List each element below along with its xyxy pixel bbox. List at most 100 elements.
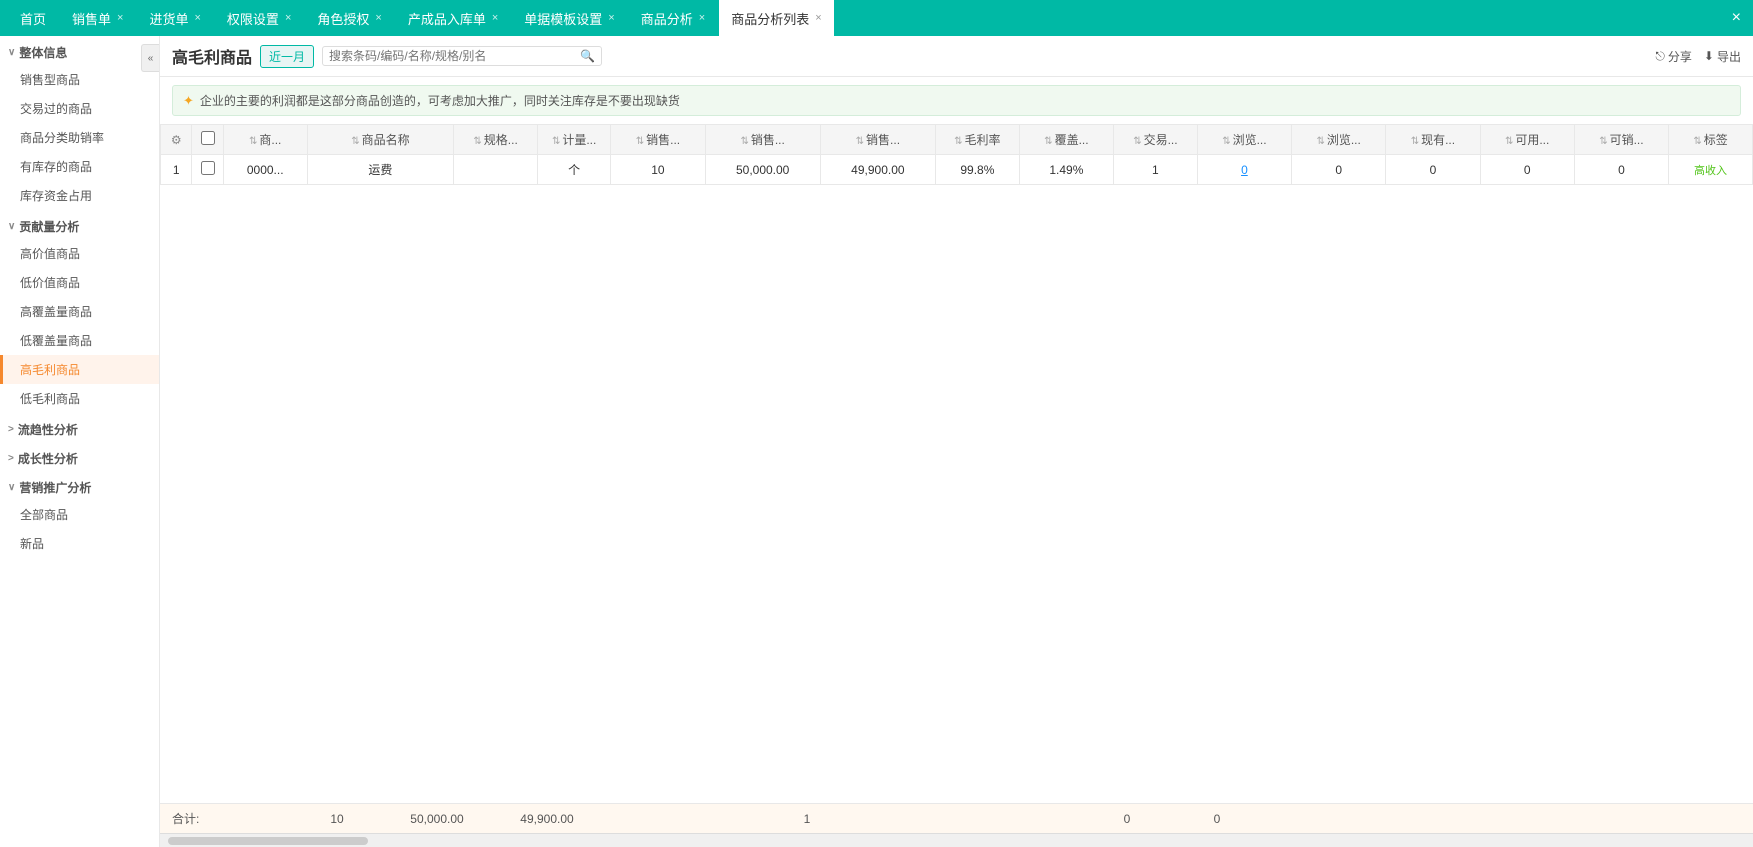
sidebar-item-全部商品[interactable]: 全部商品 <box>0 500 159 529</box>
share-button[interactable]: ⎋ 分享 <box>1655 48 1692 65</box>
col-header-7[interactable]: 销售... <box>705 125 820 155</box>
info-icon: ✦ <box>183 93 194 109</box>
totals-bar: 合计: 10 50,000.00 49,900.00 1 0 0 <box>160 803 1753 833</box>
col-header-9[interactable]: 毛利率 <box>935 125 1019 155</box>
chevron-icon: > <box>8 424 14 435</box>
stock-current: 0 <box>1386 155 1480 185</box>
col-header-2[interactable]: 商... <box>223 125 307 155</box>
col-header-8[interactable]: 销售... <box>820 125 935 155</box>
top-navigation: 首页销售单×进货单×权限设置×角色授权×产成品入库单×单据模板设置×商品分析×商… <box>0 0 1753 36</box>
sidebar-item-高覆盖量商品[interactable]: 高覆盖量商品 <box>0 297 159 326</box>
select-all-checkbox[interactable] <box>201 131 215 145</box>
filter-month-button[interactable]: 近一月 <box>260 45 314 68</box>
sidebar-item-交易过的商品[interactable]: 交易过的商品 <box>0 94 159 123</box>
totals-sales-qty: 10 <box>292 812 382 826</box>
totals-transactions: 1 <box>762 812 852 826</box>
tab-close-icon[interactable]: × <box>285 12 291 24</box>
window-close-button[interactable]: × <box>1732 9 1741 27</box>
sidebar-group-贡献量分析: ∨贡献量分析高价值商品低价值商品高覆盖量商品低覆盖量商品高毛利商品低毛利商品 <box>0 210 159 413</box>
share-icon: ⎋ <box>1655 49 1665 64</box>
tab-close-icon[interactable]: × <box>492 12 498 24</box>
scroll-thumb[interactable] <box>168 837 368 845</box>
sidebar-group-title-整体信息[interactable]: ∨整体信息 <box>0 36 159 65</box>
sales-profit: 49,900.00 <box>820 155 935 185</box>
sales-amount: 50,000.00 <box>705 155 820 185</box>
sidebar-group-营销推广分析: ∨营销推广分析全部商品新品 <box>0 471 159 558</box>
nav-tab-单据模板设置[interactable]: 单据模板设置× <box>512 0 626 36</box>
sidebar-item-高毛利商品[interactable]: 高毛利商品 <box>0 355 159 384</box>
sidebar-group-成长性分析: >成长性分析 <box>0 442 159 471</box>
nav-tab-首页[interactable]: 首页 <box>8 0 58 36</box>
sidebar-item-低覆盖量商品[interactable]: 低覆盖量商品 <box>0 326 159 355</box>
tag-cell: 高收入 <box>1669 155 1753 185</box>
tab-close-icon[interactable]: × <box>194 12 200 24</box>
content-area: 高毛利商品 近一月 🔍 ⎋ 分享 ⬇ 导出 ✦ 企业的主要的利润都是这部分商品创… <box>160 36 1753 847</box>
tab-close-icon[interactable]: × <box>117 12 123 24</box>
coverage: 1.49% <box>1019 155 1113 185</box>
col-header-16[interactable]: 可销... <box>1574 125 1668 155</box>
header-actions: ⎋ 分享 ⬇ 导出 <box>1655 48 1741 65</box>
nav-tab-商品分析[interactable]: 商品分析× <box>629 0 717 36</box>
col-header-3[interactable]: 商品名称 <box>307 125 454 155</box>
product-spec <box>454 155 538 185</box>
sidebar-item-销售型商品[interactable]: 销售型商品 <box>0 65 159 94</box>
views1: 0 <box>1197 155 1291 185</box>
search-input[interactable] <box>329 49 576 63</box>
product-code: 0000... <box>223 155 307 185</box>
col-header-17[interactable]: 标签 <box>1669 125 1753 155</box>
sidebar-group-title-贡献量分析[interactable]: ∨贡献量分析 <box>0 210 159 239</box>
nav-tab-角色授权[interactable]: 角色授权× <box>305 0 393 36</box>
nav-tab-进货单[interactable]: 进货单× <box>137 0 212 36</box>
horizontal-scrollbar[interactable] <box>160 833 1753 847</box>
totals-label: 合计: <box>172 810 292 827</box>
sidebar-item-库存资金占用[interactable]: 库存资金占用 <box>0 181 159 210</box>
gross-rate: 99.8% <box>935 155 1019 185</box>
col-header-11[interactable]: 交易... <box>1114 125 1198 155</box>
tab-close-icon[interactable]: × <box>608 12 614 24</box>
content-header: 高毛利商品 近一月 🔍 ⎋ 分享 ⬇ 导出 <box>160 36 1753 77</box>
sidebar-item-低毛利商品[interactable]: 低毛利商品 <box>0 384 159 413</box>
nav-tab-销售单[interactable]: 销售单× <box>60 0 135 36</box>
product-name: 运费 <box>307 155 454 185</box>
col-header-5[interactable]: 计量... <box>538 125 611 155</box>
tab-close-icon[interactable]: × <box>699 12 705 24</box>
nav-tab-商品分析列表[interactable]: 商品分析列表× <box>719 0 833 36</box>
tab-close-icon[interactable]: × <box>375 12 381 24</box>
totals-sales-profit: 49,900.00 <box>492 812 602 826</box>
sidebar-group-title-营销推广分析[interactable]: ∨营销推广分析 <box>0 471 159 500</box>
search-icon[interactable]: 🔍 <box>580 49 595 63</box>
sidebar: « ∨整体信息销售型商品交易过的商品商品分类助销率有库存的商品库存资金占用∨贡献… <box>0 36 160 847</box>
sidebar-item-有库存的商品[interactable]: 有库存的商品 <box>0 152 159 181</box>
sidebar-group-title-成长性分析[interactable]: >成长性分析 <box>0 442 159 471</box>
stock-sellable: 0 <box>1574 155 1668 185</box>
row-select <box>192 155 223 185</box>
col-header-12[interactable]: 浏览... <box>1197 125 1291 155</box>
col-header-14[interactable]: 现有... <box>1386 125 1480 155</box>
sidebar-collapse-button[interactable]: « <box>141 44 159 72</box>
row-index: 1 <box>161 155 192 185</box>
transactions: 1 <box>1114 155 1198 185</box>
sidebar-item-新品[interactable]: 新品 <box>0 529 159 558</box>
views1-link[interactable]: 0 <box>1241 163 1248 177</box>
sidebar-item-高价值商品[interactable]: 高价值商品 <box>0 239 159 268</box>
banner-text: 企业的主要的利润都是这部分商品创造的，可考虑加大推广，同时关注库存是不要出现缺货 <box>200 92 680 109</box>
nav-tab-权限设置[interactable]: 权限设置× <box>215 0 303 36</box>
export-icon: ⬇ <box>1704 49 1714 63</box>
sidebar-item-商品分类助销率[interactable]: 商品分类助销率 <box>0 123 159 152</box>
sidebar-item-低价值商品[interactable]: 低价值商品 <box>0 268 159 297</box>
col-header-10[interactable]: 覆盖... <box>1019 125 1113 155</box>
data-table: ⚙商...商品名称规格...计量...销售...销售...销售...毛利率覆盖.… <box>160 124 1753 185</box>
chevron-icon: ∨ <box>8 47 15 58</box>
tab-close-icon[interactable]: × <box>815 12 821 24</box>
row-checkbox[interactable] <box>201 161 215 175</box>
col-header-4[interactable]: 规格... <box>454 125 538 155</box>
col-header-6[interactable]: 销售... <box>611 125 705 155</box>
col-header-15[interactable]: 可用... <box>1480 125 1574 155</box>
sidebar-group-流趋性分析: >流趋性分析 <box>0 413 159 442</box>
col-header-13[interactable]: 浏览... <box>1292 125 1386 155</box>
settings-icon[interactable]: ⚙ <box>171 133 182 147</box>
nav-tab-产成品入库单[interactable]: 产成品入库单× <box>396 0 510 36</box>
export-button[interactable]: ⬇ 导出 <box>1704 48 1741 65</box>
table-row: 10000...运费个1050,000.0049,900.0099.8%1.49… <box>161 155 1753 185</box>
sidebar-group-title-流趋性分析[interactable]: >流趋性分析 <box>0 413 159 442</box>
